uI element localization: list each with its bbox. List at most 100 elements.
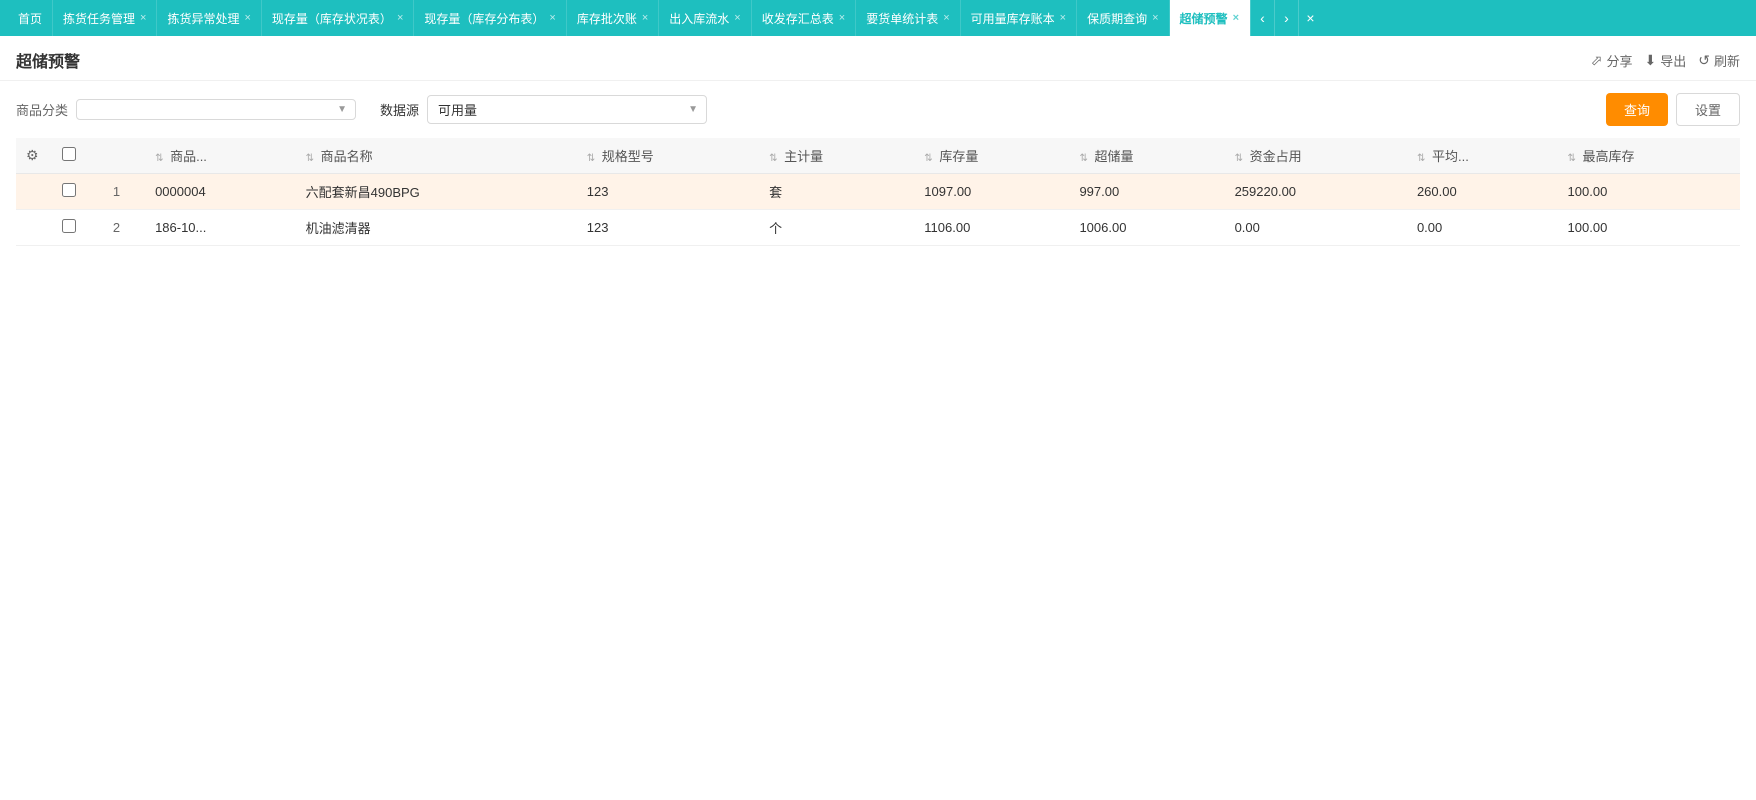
close-icon[interactable]: × xyxy=(140,12,146,24)
export-icon: ⬇ xyxy=(1645,52,1657,69)
datasource-value: 可用量 xyxy=(438,100,477,119)
th-overstock[interactable]: ⇅ 超储量 xyxy=(1069,138,1224,174)
nav-item-batch[interactable]: 库存批次账 × xyxy=(567,0,659,36)
table-row[interactable]: 1 0000004 六配套新昌490BPG 123 套 1097.00 997.… xyxy=(16,174,1740,210)
close-icon[interactable]: × xyxy=(1060,12,1066,24)
select-all-checkbox[interactable] xyxy=(62,147,76,161)
td-name: 机油滤清器 xyxy=(296,210,577,246)
data-table: ⚙ ⇅ 商品... ⇅ 商品名称 ⇅ xyxy=(16,138,1740,246)
td-maxstock: 100.00 xyxy=(1558,210,1740,246)
nav-item-task-mgmt[interactable]: 拣货任务管理 × xyxy=(53,0,157,36)
filter-row: 商品分类 ▼ 数据源 可用量 ▼ 查询 设置 xyxy=(0,81,1756,138)
nav-item-summary[interactable]: 收发存汇总表 × xyxy=(752,0,856,36)
nav-item-expiry[interactable]: 保质期查询 × xyxy=(1077,0,1169,36)
th-checkbox xyxy=(52,138,88,174)
close-icon[interactable]: × xyxy=(642,12,648,24)
td-maxstock: 100.00 xyxy=(1558,174,1740,210)
th-capital[interactable]: ⇅ 资金占用 xyxy=(1225,138,1407,174)
close-icon[interactable]: × xyxy=(1233,12,1239,24)
th-spec[interactable]: ⇅ 规格型号 xyxy=(577,138,759,174)
td-capital: 259220.00 xyxy=(1225,174,1407,210)
td-checkbox xyxy=(52,174,88,210)
th-maxstock[interactable]: ⇅ 最高库存 xyxy=(1558,138,1740,174)
th-unit[interactable]: ⇅ 主计量 xyxy=(759,138,914,174)
close-icon[interactable]: × xyxy=(1152,12,1158,24)
category-label: 商品分类 xyxy=(16,100,68,119)
nav-prev-button[interactable]: ‹ xyxy=(1250,0,1274,36)
close-icon[interactable]: × xyxy=(734,12,740,24)
td-avg: 260.00 xyxy=(1407,174,1558,210)
sort-icon: ⇅ xyxy=(769,153,777,164)
sort-icon: ⇅ xyxy=(1568,153,1576,164)
nav-item-available[interactable]: 可用量库存账本 × xyxy=(961,0,1077,36)
table-header-row: ⚙ ⇅ 商品... ⇅ 商品名称 ⇅ xyxy=(16,138,1740,174)
table-row[interactable]: 2 186-10... 机油滤清器 123 个 1106.00 1006.00 … xyxy=(16,210,1740,246)
table-body: 1 0000004 六配套新昌490BPG 123 套 1097.00 997.… xyxy=(16,174,1740,246)
row-checkbox[interactable] xyxy=(62,219,76,233)
th-row-num xyxy=(88,138,145,174)
td-code: 186-10... xyxy=(145,210,296,246)
filter-actions: 查询 设置 xyxy=(1606,93,1740,126)
top-navigation: 首页 拣货任务管理 × 拣货异常处理 × 现存量（库存状况表） × 现存量（库存… xyxy=(0,0,1756,36)
nav-item-overstock[interactable]: 超储预警 × xyxy=(1170,0,1250,36)
close-icon[interactable]: × xyxy=(839,12,845,24)
th-gear: ⚙ xyxy=(16,138,52,174)
page-header: 超储预警 ⬀ 分享 ⬇ 导出 ↺ 刷新 xyxy=(0,36,1756,81)
td-spec: 123 xyxy=(577,174,759,210)
refresh-button[interactable]: ↺ 刷新 xyxy=(1698,51,1740,70)
row-checkbox[interactable] xyxy=(62,183,76,197)
share-icon: ⬀ xyxy=(1591,52,1603,69)
refresh-icon: ↺ xyxy=(1698,52,1710,69)
query-button[interactable]: 查询 xyxy=(1606,93,1668,126)
share-button[interactable]: ⬀ 分享 xyxy=(1591,51,1633,70)
th-avg[interactable]: ⇅ 平均... xyxy=(1407,138,1558,174)
chevron-down-icon: ▼ xyxy=(688,104,698,115)
td-code: 0000004 xyxy=(145,174,296,210)
td-unit: 个 xyxy=(759,210,914,246)
nav-item-exception[interactable]: 拣货异常处理 × xyxy=(157,0,261,36)
td-gear xyxy=(16,210,52,246)
nav-item-order-stats[interactable]: 要货单统计表 × xyxy=(856,0,960,36)
nav-item-stock-dist[interactable]: 现存量（库存分布表） × xyxy=(414,0,566,36)
nav-item-flow[interactable]: 出入库流水 × xyxy=(659,0,751,36)
datasource-select[interactable]: 可用量 ▼ xyxy=(427,95,707,124)
sort-icon: ⇅ xyxy=(306,153,314,164)
sort-icon: ⇅ xyxy=(924,153,932,164)
close-icon[interactable]: × xyxy=(549,12,555,24)
main-content: 超储预警 ⬀ 分享 ⬇ 导出 ↺ 刷新 商品分类 ▼ 数据源 xyxy=(0,36,1756,800)
td-overstock: 997.00 xyxy=(1069,174,1224,210)
page-title: 超储预警 xyxy=(16,48,80,72)
chevron-down-icon: ▼ xyxy=(337,104,347,115)
th-code[interactable]: ⇅ 商品... xyxy=(145,138,296,174)
close-icon[interactable]: × xyxy=(397,12,403,24)
td-avg: 0.00 xyxy=(1407,210,1558,246)
header-actions: ⬀ 分享 ⬇ 导出 ↺ 刷新 xyxy=(1591,51,1740,70)
td-unit: 套 xyxy=(759,174,914,210)
th-stock[interactable]: ⇅ 库存量 xyxy=(914,138,1069,174)
datasource-label: 数据源 xyxy=(380,100,419,119)
td-row-num: 2 xyxy=(88,210,145,246)
th-name[interactable]: ⇅ 商品名称 xyxy=(296,138,577,174)
export-button[interactable]: ⬇ 导出 xyxy=(1645,51,1687,70)
sort-icon: ⇅ xyxy=(1417,153,1425,164)
td-stock: 1097.00 xyxy=(914,174,1069,210)
category-select[interactable]: ▼ xyxy=(76,99,356,120)
gear-icon[interactable]: ⚙ xyxy=(26,147,39,163)
table-container: ⚙ ⇅ 商品... ⇅ 商品名称 ⇅ xyxy=(0,138,1756,246)
close-icon[interactable]: × xyxy=(943,12,949,24)
nav-item-home[interactable]: 首页 xyxy=(8,0,53,36)
sort-icon: ⇅ xyxy=(587,153,595,164)
nav-close-button[interactable]: × xyxy=(1298,0,1322,36)
settings-button[interactable]: 设置 xyxy=(1676,93,1740,126)
td-overstock: 1006.00 xyxy=(1069,210,1224,246)
nav-next-button[interactable]: › xyxy=(1274,0,1298,36)
datasource-filter-group: 数据源 可用量 ▼ xyxy=(380,95,707,124)
td-stock: 1106.00 xyxy=(914,210,1069,246)
category-filter-group: 商品分类 ▼ xyxy=(16,99,356,120)
td-spec: 123 xyxy=(577,210,759,246)
td-name: 六配套新昌490BPG xyxy=(296,174,577,210)
td-capital: 0.00 xyxy=(1225,210,1407,246)
close-icon[interactable]: × xyxy=(244,12,250,24)
sort-icon: ⇅ xyxy=(1079,153,1087,164)
nav-item-stock-status[interactable]: 现存量（库存状况表） × xyxy=(262,0,414,36)
